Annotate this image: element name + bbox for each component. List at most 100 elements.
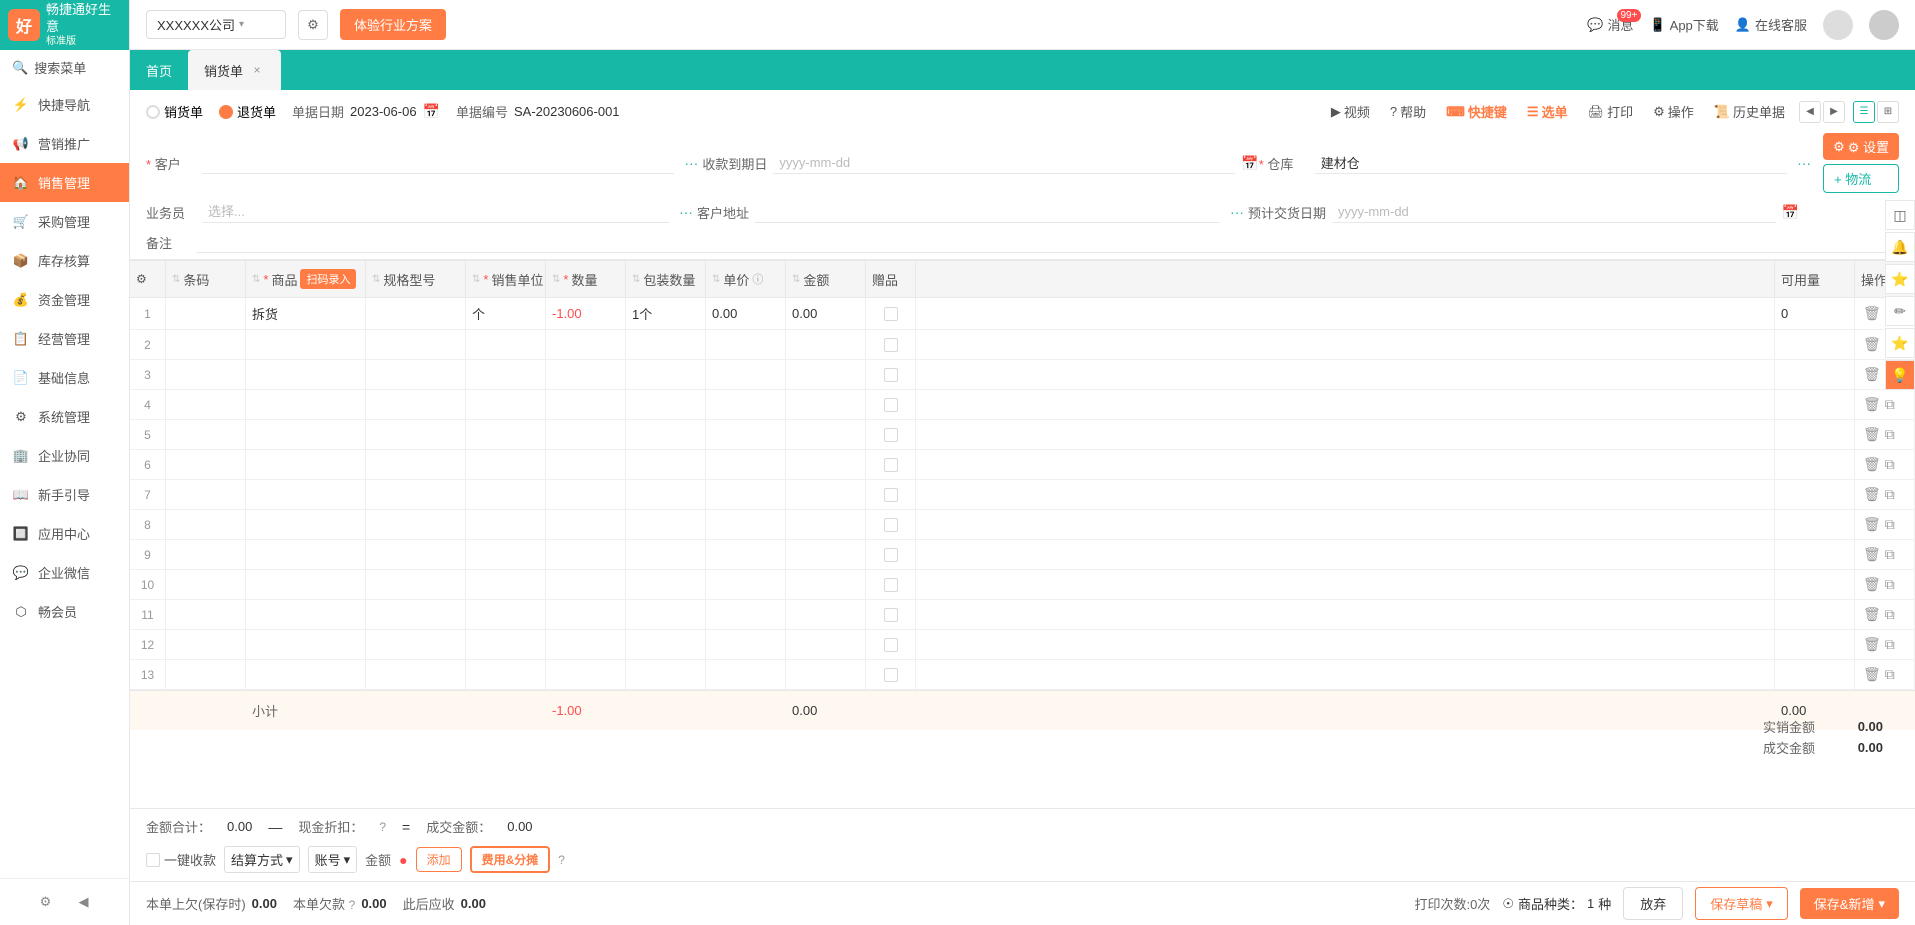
float-btn-5[interactable]: ⭐ bbox=[1885, 328, 1915, 358]
sidebar-item-wechat[interactable]: 💬 企业微信 bbox=[0, 553, 129, 592]
warehouse-input[interactable] bbox=[1315, 152, 1787, 174]
video-btn[interactable]: ▶ 视频 bbox=[1325, 100, 1376, 123]
delete-row-2-icon[interactable]: 🗑 bbox=[1861, 336, 1883, 353]
sidebar-item-purchase[interactable]: 🛒 采购管理 bbox=[0, 202, 129, 241]
td-barcode-1[interactable] bbox=[166, 298, 246, 329]
gift-checkbox-2[interactable] bbox=[884, 338, 898, 352]
trial-button[interactable]: 体验行业方案 bbox=[340, 9, 446, 40]
add-button[interactable]: 添加 bbox=[416, 847, 462, 872]
topbar-message-btn[interactable]: 💬 消息 99+ bbox=[1587, 15, 1633, 34]
float-btn-orange[interactable]: 💡 bbox=[1885, 360, 1915, 390]
sidebar-item-guide[interactable]: 📖 新手引导 bbox=[0, 475, 129, 514]
gift-checkbox-1[interactable] bbox=[884, 307, 898, 321]
one-click-pay-checkbox[interactable]: 一键收款 bbox=[146, 850, 216, 869]
salesperson-input[interactable] bbox=[202, 201, 669, 223]
sidebar-settings-btn[interactable]: ⚙ bbox=[31, 887, 61, 917]
td-qty-1[interactable]: -1.00 bbox=[546, 298, 626, 329]
discard-button[interactable]: 放弃 bbox=[1623, 887, 1683, 920]
sidebar-item-appstore[interactable]: 🔲 应用中心 bbox=[0, 514, 129, 553]
tab-home[interactable]: 首页 bbox=[130, 50, 188, 90]
td-spec-2[interactable] bbox=[366, 330, 466, 359]
sidebar-item-inventory[interactable]: 📦 库存核算 bbox=[0, 241, 129, 280]
operation-btn[interactable]: ⚙ 操作 bbox=[1647, 100, 1700, 123]
discount-help-icon[interactable]: ? bbox=[379, 820, 386, 834]
td-unit-2[interactable] bbox=[466, 330, 546, 359]
payment-date-input[interactable] bbox=[773, 152, 1235, 174]
sidebar-item-member[interactable]: ⬡ 畅会员 bbox=[0, 592, 129, 631]
add-amount-icon[interactable]: ● bbox=[399, 852, 407, 868]
date-calendar-icon[interactable]: 📅 bbox=[423, 103, 440, 120]
td-spec-1[interactable] bbox=[366, 298, 466, 329]
td-gift-2[interactable] bbox=[866, 330, 916, 359]
save-new-button[interactable]: 保存&新增 ▾ bbox=[1800, 888, 1899, 919]
warehouse-dots-btn[interactable]: ··· bbox=[1793, 155, 1815, 171]
shortcut-btn[interactable]: ⌨ 快捷键 bbox=[1440, 100, 1513, 123]
draft-button[interactable]: 保存草稿 ▾ bbox=[1695, 887, 1788, 920]
salesperson-dots-btn[interactable]: ··· bbox=[675, 204, 697, 220]
sidebar-item-system[interactable]: ⚙ 系统管理 bbox=[0, 397, 129, 436]
topbar-app-download[interactable]: 📱 App下载 bbox=[1649, 15, 1718, 34]
float-btn-2[interactable]: 🔔 bbox=[1885, 232, 1915, 262]
delete-row-1-icon[interactable]: 🗑 bbox=[1861, 305, 1883, 322]
one-click-pay-checkbox-box[interactable] bbox=[146, 853, 160, 867]
customer-addr-dots-btn[interactable]: ··· bbox=[1226, 204, 1248, 220]
nav-next-btn[interactable]: ▶ bbox=[1823, 101, 1845, 123]
debit-help-icon[interactable]: ? bbox=[349, 898, 356, 912]
topbar-online-service[interactable]: 👤 在线客服 bbox=[1735, 15, 1807, 34]
expense-button[interactable]: 费用&分摊 bbox=[470, 846, 551, 873]
td-product-2[interactable] bbox=[246, 330, 366, 359]
td-qty-2[interactable] bbox=[546, 330, 626, 359]
expense-help-icon[interactable]: ? bbox=[558, 853, 565, 867]
user-avatar2[interactable] bbox=[1869, 10, 1899, 40]
user-avatar[interactable] bbox=[1823, 10, 1853, 40]
td-pkg-qty-2[interactable] bbox=[626, 330, 706, 359]
select-btn[interactable]: ☰ 选单 bbox=[1521, 100, 1574, 123]
radio-return[interactable]: 退货单 bbox=[219, 102, 276, 121]
company-selector[interactable]: XXXXXX公司 ▾ bbox=[146, 10, 286, 39]
delivery-date-calendar-icon[interactable]: 📅 bbox=[1782, 204, 1799, 221]
td-price-1[interactable]: 0.00 bbox=[706, 298, 786, 329]
float-btn-3[interactable]: ⭐ bbox=[1885, 264, 1915, 294]
td-unit-1[interactable]: 个 bbox=[466, 298, 546, 329]
td-product-1[interactable]: 拆货 bbox=[246, 298, 366, 329]
th-setting[interactable]: ⚙ bbox=[130, 261, 166, 297]
td-price-2[interactable] bbox=[706, 330, 786, 359]
payment-date-calendar-icon[interactable]: 📅 bbox=[1241, 155, 1258, 172]
account-select[interactable]: 账号 ▾ bbox=[308, 846, 358, 873]
sidebar-item-quick-nav[interactable]: ⚡ 快捷导航 bbox=[0, 85, 129, 124]
sidebar-item-sales[interactable]: 🏠 销售管理 bbox=[0, 163, 129, 202]
logistics-button[interactable]: + 物流 bbox=[1823, 164, 1899, 193]
grid-list-btn[interactable]: ☰ bbox=[1853, 101, 1875, 123]
settlement-select[interactable]: 结算方式 ▾ bbox=[224, 846, 300, 873]
sidebar-search[interactable]: 🔍 搜索菜单 bbox=[0, 50, 129, 85]
sidebar-item-finance[interactable]: 💰 资金管理 bbox=[0, 280, 129, 319]
tab-close-icon[interactable]: × bbox=[249, 62, 265, 78]
td-pkg-qty-1[interactable]: 1个 bbox=[626, 298, 706, 329]
topbar-gear-btn[interactable]: ⚙ bbox=[298, 10, 328, 40]
price-info-icon[interactable]: ⓘ bbox=[752, 271, 763, 287]
print-btn[interactable]: 🖨 打印 bbox=[1582, 100, 1640, 123]
radio-sale[interactable]: 销货单 bbox=[146, 102, 203, 121]
float-btn-4[interactable]: ✏ bbox=[1885, 296, 1915, 326]
history-btn[interactable]: 📜 历史单据 bbox=[1708, 100, 1791, 123]
date-value[interactable]: 2023-06-06 bbox=[350, 104, 417, 119]
sidebar-item-basic[interactable]: 📄 基础信息 bbox=[0, 358, 129, 397]
help-btn[interactable]: ? 帮助 bbox=[1384, 100, 1432, 123]
td-amount-2[interactable] bbox=[786, 330, 866, 359]
sidebar-item-collab[interactable]: 🏢 企业协同 bbox=[0, 436, 129, 475]
nav-prev-btn[interactable]: ◀ bbox=[1799, 101, 1821, 123]
tab-sale-order[interactable]: 销货单 × bbox=[188, 50, 281, 90]
grid-tile-btn[interactable]: ⊞ bbox=[1877, 101, 1899, 123]
setting-button[interactable]: ⚙ ⚙ 设置 bbox=[1823, 133, 1899, 160]
sidebar-item-operations[interactable]: 📋 经营管理 bbox=[0, 319, 129, 358]
float-btn-1[interactable]: ◫ bbox=[1885, 200, 1915, 230]
notes-input[interactable] bbox=[196, 231, 1899, 253]
td-gift-1[interactable] bbox=[866, 298, 916, 329]
customer-dots-btn[interactable]: ··· bbox=[680, 155, 702, 171]
delivery-date-input[interactable] bbox=[1332, 201, 1776, 223]
scan-button[interactable]: 扫码录入 bbox=[300, 269, 356, 289]
sidebar-collapse-btn[interactable]: ◀ bbox=[69, 887, 99, 917]
customer-addr-input[interactable] bbox=[755, 201, 1220, 223]
docno-value[interactable]: SA-20230606-001 bbox=[514, 104, 620, 119]
td-barcode-2[interactable] bbox=[166, 330, 246, 359]
